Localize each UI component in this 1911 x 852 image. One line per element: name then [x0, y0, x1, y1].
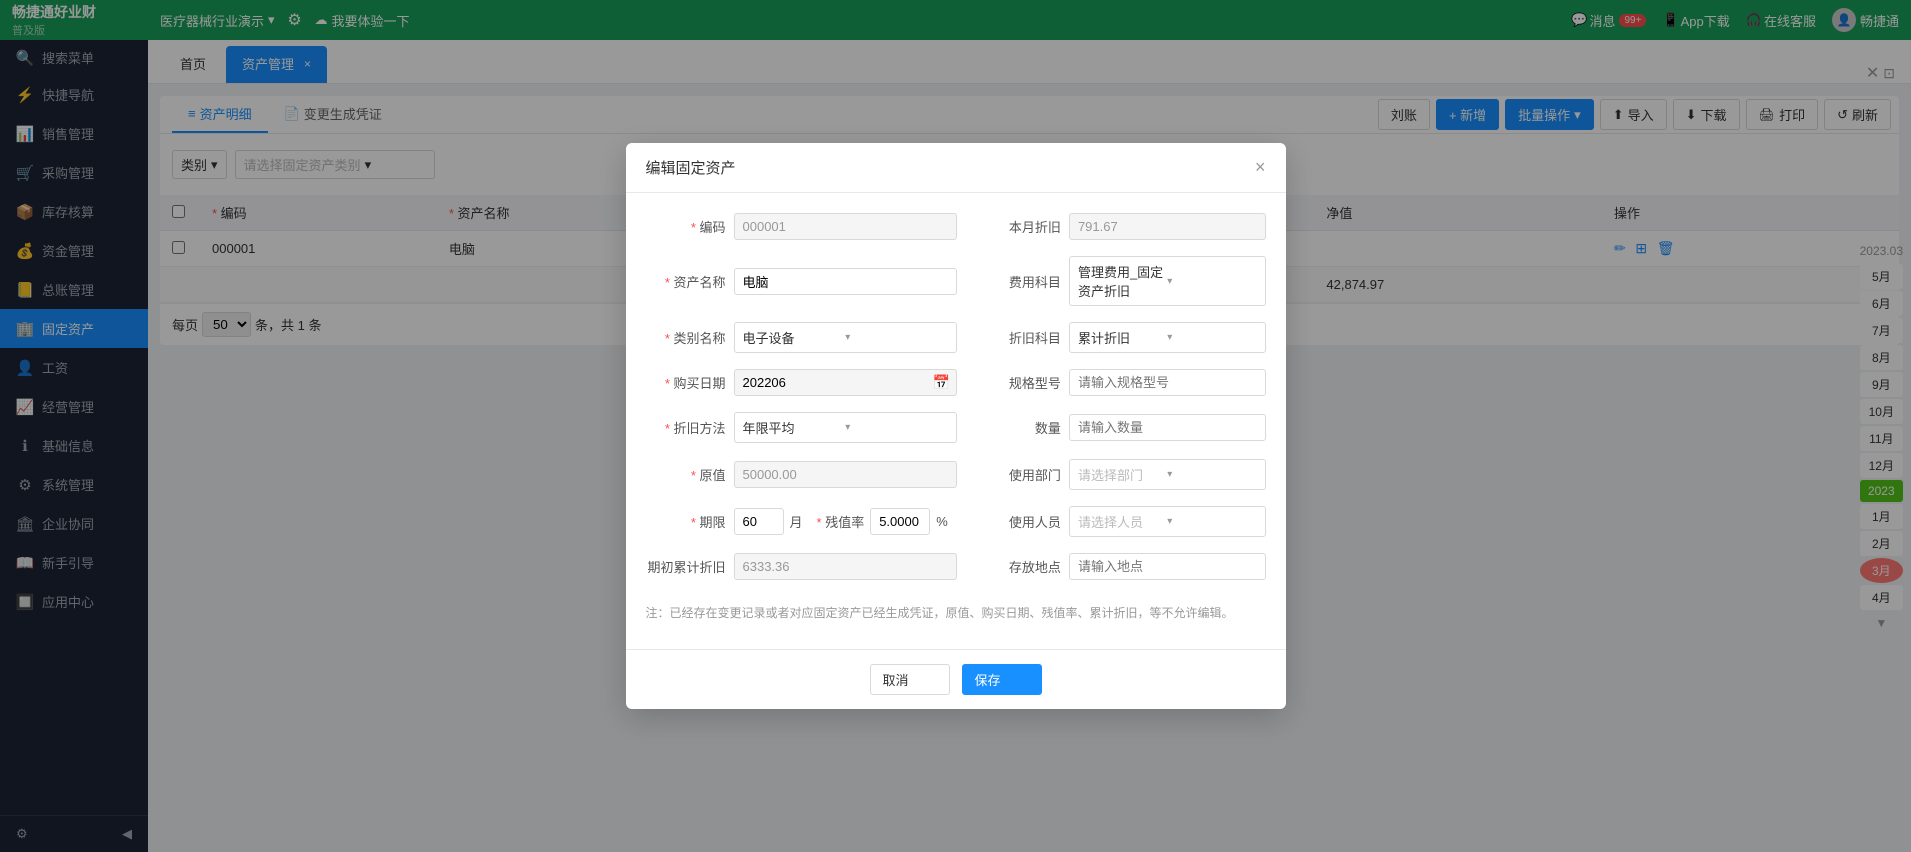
original-value-row: 原值 — [646, 459, 957, 490]
initial-accumulated-input — [734, 553, 957, 580]
quantity-input[interactable] — [1069, 414, 1266, 441]
category-select[interactable]: 电子设备 ▾ — [734, 322, 957, 353]
form-note: 注：已经存在变更记录或者对应固定资产已经生成凭证，原值、购买日期、残值率、累计折… — [646, 596, 1266, 629]
quantity-row: 数量 — [981, 412, 1266, 443]
code-input[interactable] — [734, 213, 957, 240]
dep-subject-chevron: ▾ — [1167, 332, 1256, 343]
department-chevron: ▾ — [1167, 469, 1256, 480]
dep-subject-select[interactable]: 累计折旧 ▾ — [1069, 322, 1266, 353]
category-label: 类别名称 — [646, 328, 726, 347]
modal-overlay: 编辑固定资产 × 编码 本月折旧 资产名称 — [0, 0, 1911, 852]
modal-title: 编辑固定资产 — [646, 157, 736, 178]
calendar-icon[interactable]: 📅 — [927, 374, 956, 391]
location-input[interactable] — [1069, 553, 1266, 580]
monthly-depreciation-row: 本月折旧 — [981, 213, 1266, 240]
cancel-btn[interactable]: 取消 — [870, 664, 950, 695]
location-row: 存放地点 — [981, 553, 1266, 580]
expense-subject-chevron: ▾ — [1167, 276, 1256, 287]
person-chevron: ▾ — [1167, 516, 1256, 527]
person-select[interactable]: 请选择人员 ▾ — [1069, 506, 1266, 537]
monthly-dep-label: 本月折旧 — [981, 217, 1061, 236]
residual-rate-unit: % — [936, 514, 948, 529]
edit-asset-modal: 编辑固定资产 × 编码 本月折旧 资产名称 — [626, 143, 1286, 709]
period-label: 期限 — [646, 512, 726, 531]
period-unit: 月 — [790, 512, 803, 531]
original-value-label: 原值 — [646, 465, 726, 484]
residual-rate-input[interactable] — [870, 508, 930, 535]
dep-subject-row: 折旧科目 累计折旧 ▾ — [981, 322, 1266, 353]
category-name-row: 类别名称 电子设备 ▾ — [646, 322, 957, 353]
monthly-dep-input — [1069, 213, 1266, 240]
code-field-row: 编码 — [646, 213, 957, 240]
residual-rate-label: 残值率 — [817, 512, 865, 531]
department-row: 使用部门 请选择部门 ▾ — [981, 459, 1266, 490]
period-residual-row: 期限 月 残值率 % — [646, 506, 957, 537]
code-label: 编码 — [646, 217, 726, 236]
dep-subject-label: 折旧科目 — [981, 328, 1061, 347]
expense-subject-label: 费用科目 — [981, 272, 1061, 291]
period-input[interactable] — [734, 508, 784, 535]
department-label: 使用部门 — [981, 465, 1061, 484]
spec-label: 规格型号 — [981, 373, 1061, 392]
purchase-date-input[interactable] — [735, 370, 927, 395]
original-value-input[interactable] — [734, 461, 957, 488]
dep-method-chevron: ▾ — [845, 422, 948, 433]
person-row: 使用人员 请选择人员 ▾ — [981, 506, 1266, 537]
spec-row: 规格型号 — [981, 369, 1266, 396]
asset-name-input[interactable] — [734, 268, 957, 295]
dep-method-label: 折旧方法 — [646, 418, 726, 437]
expense-subject-select[interactable]: 管理费用_固定资产折旧 ▾ — [1069, 256, 1266, 306]
initial-accumulated-row: 期初累计折旧 — [646, 553, 957, 580]
purchase-date-label: 购买日期 — [646, 373, 726, 392]
spec-input[interactable] — [1069, 369, 1266, 396]
location-label: 存放地点 — [981, 557, 1061, 576]
save-btn[interactable]: 保存 — [962, 664, 1042, 695]
category-chevron: ▾ — [845, 332, 948, 343]
dep-method-select[interactable]: 年限平均 ▾ — [734, 412, 957, 443]
department-select[interactable]: 请选择部门 ▾ — [1069, 459, 1266, 490]
asset-name-label: 资产名称 — [646, 272, 726, 291]
purchase-date-row: 购买日期 📅 — [646, 369, 957, 396]
dep-method-row: 折旧方法 年限平均 ▾ — [646, 412, 957, 443]
initial-accumulated-label: 期初累计折旧 — [646, 557, 726, 576]
modal-close-btn[interactable]: × — [1255, 157, 1266, 178]
asset-name-row: 资产名称 — [646, 256, 957, 306]
person-label: 使用人员 — [981, 512, 1061, 531]
quantity-label: 数量 — [981, 418, 1061, 437]
expense-subject-row: 费用科目 管理费用_固定资产折旧 ▾ — [981, 256, 1266, 306]
